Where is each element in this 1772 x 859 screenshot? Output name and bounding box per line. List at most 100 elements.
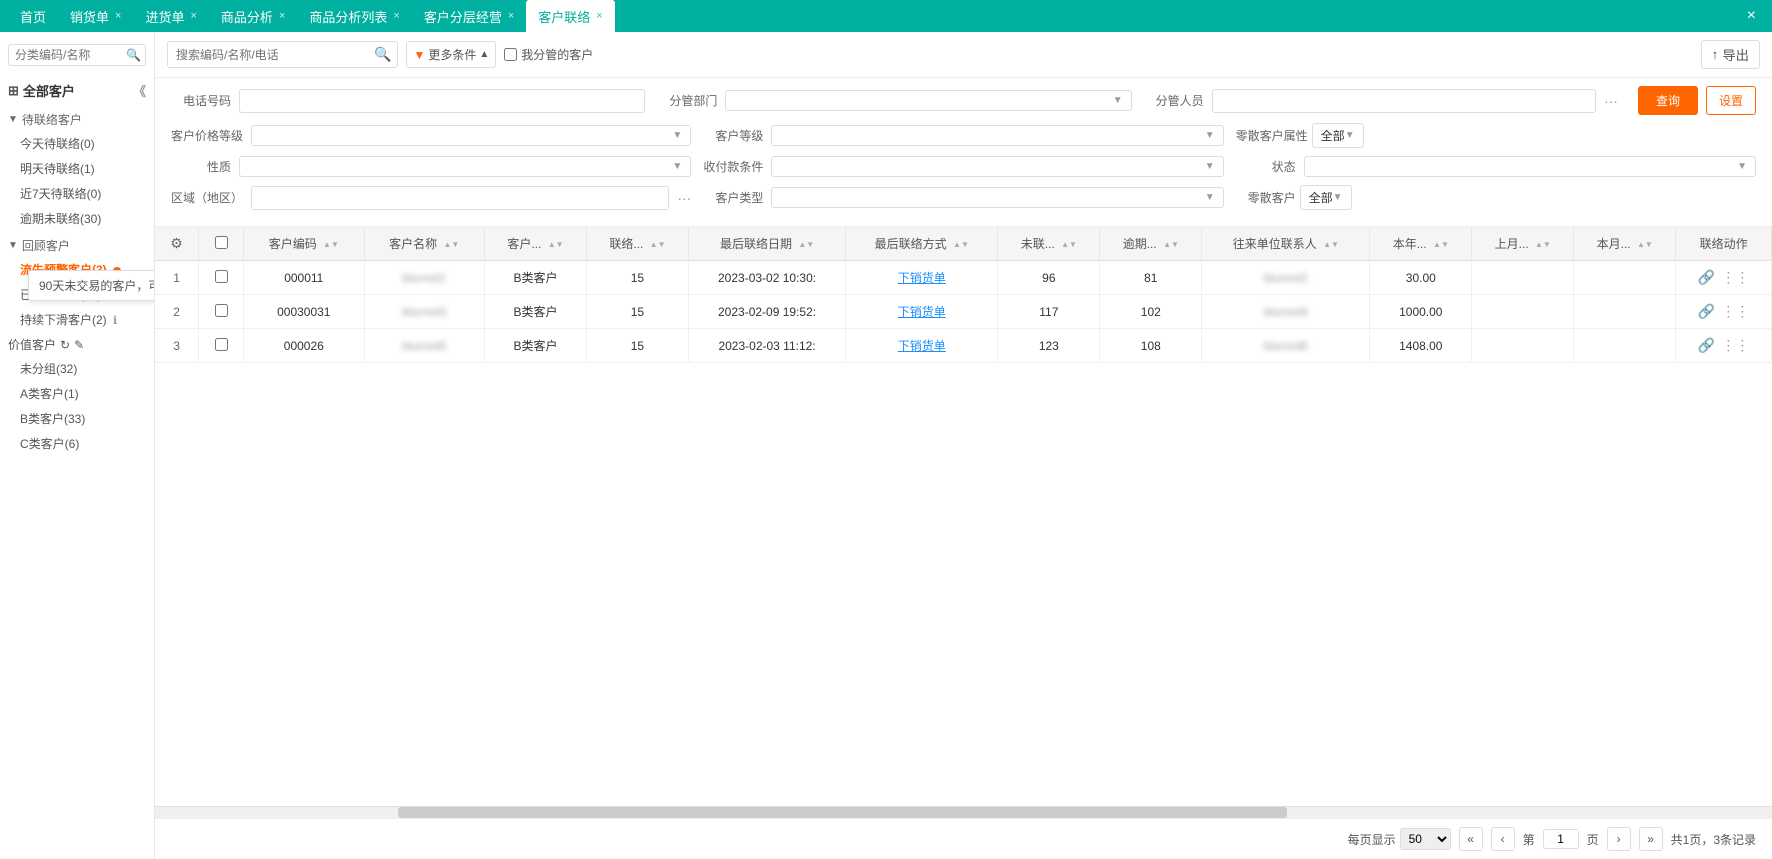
cell-last-method-0[interactable]: 下销货单 — [846, 261, 998, 295]
cell-checkbox-0[interactable] — [199, 261, 244, 295]
dept-select[interactable]: ▼ — [725, 90, 1131, 111]
col-contact-person[interactable]: 往来单位联系人 ▲▼ — [1202, 227, 1370, 261]
sidebar-item-ungrouped[interactable]: 未分组(32) — [0, 356, 154, 381]
row-checkbox-2[interactable] — [215, 338, 228, 351]
page-input[interactable] — [1543, 829, 1579, 849]
horizontal-scrollbar[interactable] — [155, 806, 1772, 818]
prev-page-btn[interactable]: ‹ — [1491, 827, 1515, 851]
tab-close-customer-tier[interactable]: × — [508, 10, 514, 22]
row-checkbox-0[interactable] — [215, 270, 228, 283]
col-type[interactable]: 客户... ▲▼ — [484, 227, 586, 261]
cell-code-1: 00030031 — [244, 295, 364, 329]
zero-customer-select[interactable]: 全部 ▼ — [1300, 185, 1352, 210]
cell-contact-person-1: blurred4 — [1202, 295, 1370, 329]
refresh-icon[interactable]: ↻ — [60, 338, 70, 352]
col-contact[interactable]: 联络... ▲▼ — [586, 227, 688, 261]
sidebar-group-review[interactable]: ▼ 回顾客户 — [0, 231, 154, 257]
my-customers-checkbox-label[interactable]: 我分管的客户 — [504, 46, 593, 63]
cell-checkbox-2[interactable] — [199, 329, 244, 363]
first-page-btn[interactable]: « — [1459, 827, 1483, 851]
action-link-icon-1[interactable]: 🔗 — [1698, 303, 1715, 320]
tab-close-analysis[interactable]: × — [279, 10, 285, 22]
cell-checkbox-1[interactable] — [199, 295, 244, 329]
sidebar-item-7days[interactable]: 近7天待联络(0) — [0, 181, 154, 206]
nature-label: 性质 — [171, 158, 231, 175]
cell-action-1[interactable]: 🔗 ⋮⋮ — [1676, 295, 1772, 329]
cell-last-method-2[interactable]: 下销货单 — [846, 329, 998, 363]
tab-customer-tier[interactable]: 客户分层经营 × — [412, 0, 526, 32]
tab-home[interactable]: 首页 — [8, 0, 58, 32]
sidebar-all-customers[interactable]: ⊞ 全部客户 《 — [0, 76, 154, 105]
col-settings[interactable]: ⚙ — [155, 227, 199, 261]
tab-close-customer-contact[interactable]: × — [596, 10, 602, 22]
export-btn[interactable]: ↑ 导出 — [1701, 40, 1760, 69]
tab-sales[interactable]: 销货单 × — [58, 0, 133, 32]
sidebar-group-value[interactable]: 价值客户 ↻ ✎ — [0, 332, 154, 356]
tab-close-sales[interactable]: × — [115, 10, 121, 22]
col-this-month[interactable]: 本月... ▲▼ — [1574, 227, 1676, 261]
tab-close-analysis-list[interactable]: × — [393, 10, 399, 22]
window-close-btn[interactable]: × — [1739, 7, 1764, 25]
edit-icon[interactable]: ✎ — [74, 338, 84, 352]
col-last-date[interactable]: 最后联络日期 ▲▼ — [688, 227, 845, 261]
sidebar-item-today[interactable]: 今天待联络(0) — [0, 131, 154, 156]
sidebar-item-class-a[interactable]: A类客户(1) — [0, 381, 154, 406]
filter-search-btn[interactable]: 🔍 — [368, 42, 397, 67]
col-last-method[interactable]: 最后联络方式 ▲▼ — [846, 227, 998, 261]
payment-select[interactable]: ▼ — [771, 156, 1223, 177]
action-menu-icon-1[interactable]: ⋮⋮ — [1721, 303, 1749, 320]
col-overdue[interactable]: 逾期... ▲▼ — [1100, 227, 1202, 261]
action-link-icon-0[interactable]: 🔗 — [1698, 269, 1715, 286]
cell-this-year-0: 30.00 — [1370, 261, 1472, 295]
select-all-checkbox[interactable] — [215, 236, 228, 249]
customer-level-select[interactable]: ▼ — [771, 125, 1223, 146]
customer-type-select[interactable]: ▼ — [771, 187, 1223, 208]
cell-unliaison-0: 96 — [998, 261, 1100, 295]
row-checkbox-1[interactable] — [215, 304, 228, 317]
zero-attr-select[interactable]: 全部 ▼ — [1312, 123, 1364, 148]
col-name[interactable]: 客户名称 ▲▼ — [364, 227, 484, 261]
tab-close-purchase[interactable]: × — [190, 10, 196, 22]
query-btn[interactable]: 查询 — [1638, 86, 1698, 115]
manager-more-icon[interactable]: ··· — [1604, 93, 1618, 109]
price-level-select[interactable]: ▼ — [251, 125, 691, 146]
sidebar-item-declining[interactable]: 持续下滑客户(2) ℹ — [0, 307, 154, 332]
filter-search-input[interactable] — [168, 44, 368, 66]
action-menu-icon-2[interactable]: ⋮⋮ — [1721, 337, 1749, 354]
region-more-icon[interactable]: ··· — [677, 190, 691, 206]
col-this-year[interactable]: 本年... ▲▼ — [1370, 227, 1472, 261]
action-menu-icon-0[interactable]: ⋮⋮ — [1721, 269, 1749, 286]
filter-more-btn[interactable]: ▼ 更多条件 ▲ — [406, 41, 496, 68]
sidebar-group-pending[interactable]: ▼ 待联络客户 — [0, 105, 154, 131]
sidebar-item-class-c[interactable]: C类客户(6) — [0, 431, 154, 456]
collapse-icon[interactable]: 《 — [133, 81, 146, 100]
status-select[interactable]: ▼ — [1304, 156, 1756, 177]
col-code[interactable]: 客户编码 ▲▼ — [244, 227, 364, 261]
manager-input[interactable] — [1212, 89, 1596, 113]
sidebar-item-overdue[interactable]: 逾期未联络(30) — [0, 206, 154, 231]
tab-analysis[interactable]: 商品分析 × — [209, 0, 297, 32]
cell-action-2[interactable]: 🔗 ⋮⋮ — [1676, 329, 1772, 363]
settings-col-icon[interactable]: ⚙ — [165, 235, 188, 252]
nature-select[interactable]: ▼ — [239, 156, 691, 177]
phone-input[interactable] — [239, 89, 645, 113]
my-customers-checkbox[interactable] — [504, 48, 517, 61]
sidebar-item-tomorrow[interactable]: 明天待联络(1) — [0, 156, 154, 181]
last-page-btn[interactable]: » — [1639, 827, 1663, 851]
action-link-icon-2[interactable]: 🔗 — [1698, 337, 1715, 354]
next-page-btn[interactable]: › — [1607, 827, 1631, 851]
col-unliaison[interactable]: 未联... ▲▼ — [998, 227, 1100, 261]
page-size-select[interactable]: 50 100 — [1400, 828, 1451, 850]
col-last-month[interactable]: 上月... ▲▼ — [1472, 227, 1574, 261]
region-input[interactable] — [251, 186, 669, 210]
cell-action-0[interactable]: 🔗 ⋮⋮ — [1676, 261, 1772, 295]
filter-region: 区域（地区） ··· — [171, 186, 691, 210]
col-checkbox[interactable] — [199, 227, 244, 261]
cell-last-method-1[interactable]: 下销货单 — [846, 295, 998, 329]
scrollbar-thumb[interactable] — [398, 807, 1287, 818]
sidebar-item-class-b[interactable]: B类客户(33) — [0, 406, 154, 431]
tab-purchase[interactable]: 进货单 × — [133, 0, 208, 32]
tab-analysis-list[interactable]: 商品分析列表 × — [297, 0, 411, 32]
setting-btn[interactable]: 设置 — [1706, 86, 1756, 115]
tab-customer-contact[interactable]: 客户联络 × — [526, 0, 614, 32]
